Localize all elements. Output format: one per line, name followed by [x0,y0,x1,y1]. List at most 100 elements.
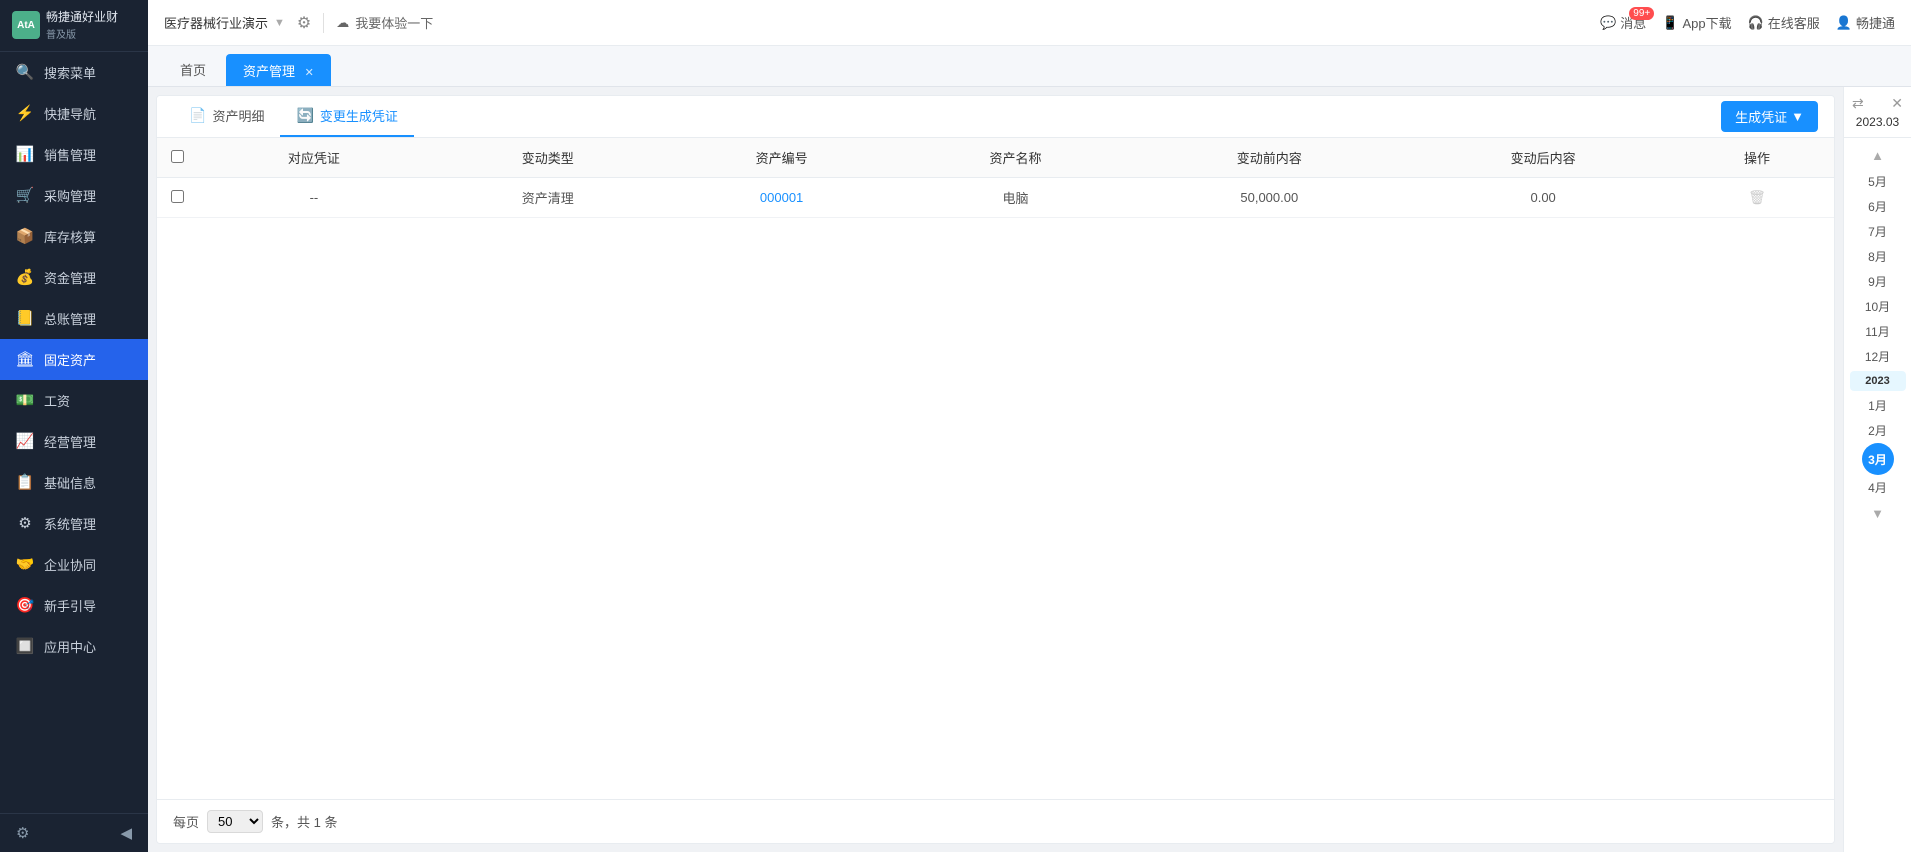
inventory-icon: 📦 [16,227,34,245]
sidebar-label-sales: 销售管理 [44,145,96,164]
pagination: 每页 20 50 100 条，共 1 条 [157,799,1834,843]
message-icon: 💬 [1600,15,1616,31]
timeline-year-2023[interactable]: 2023 [1850,371,1906,391]
sidebar-item-collab[interactable]: 🤝 企业协同 [0,544,148,585]
purchase-icon: 🛒 [16,186,34,204]
subtab-detail[interactable]: 📄 资产明细 [173,96,280,137]
sidebar-item-inventory[interactable]: 📦 库存核算 [0,216,148,257]
sidebar-item-salary[interactable]: 💵 工资 [0,380,148,421]
row-before: 50,000.00 [1132,178,1406,218]
subtabs-actions: 生成凭证 ▼ [1721,101,1818,132]
user-menu[interactable]: 👤 畅捷通 [1836,13,1895,32]
th-checkbox [157,138,197,178]
detail-icon: 📄 [189,107,206,124]
delete-icon[interactable]: 🗑 [1748,189,1766,205]
sidebar-label-appcenter: 应用中心 [44,637,96,656]
app-download-icon: 📱 [1662,15,1678,31]
sidebar-item-appcenter[interactable]: 🔲 应用中心 [0,626,148,667]
th-before: 变动前内容 [1132,138,1406,178]
timeline-month-11[interactable]: 11月 [1854,319,1902,344]
row-checkbox[interactable] [171,190,184,203]
app-download-label: App下载 [1682,13,1731,32]
sidebar-item-guide[interactable]: 🎯 新手引导 [0,585,148,626]
sidebar-item-operations[interactable]: 📈 经营管理 [0,421,148,462]
timeline-month-8[interactable]: 8月 [1854,244,1902,269]
sidebar-item-funds[interactable]: 💰 资金管理 [0,257,148,298]
sidebar-item-sales[interactable]: 📊 销售管理 [0,134,148,175]
settings-icon[interactable]: ⚙ [16,824,29,842]
topbar: 医疗器械行业演示 ▼ ⚙ ☁ 我要体验一下 💬 消息 99+ 📱 App下载 🎧… [148,0,1911,46]
sidebar-label-operations: 经营管理 [44,432,96,451]
messages-button[interactable]: 💬 消息 99+ [1600,13,1646,32]
sidebar-item-fixedassets[interactable]: 🏛 固定资产 [0,339,148,380]
settings-gear-icon[interactable]: ⚙ [297,13,311,33]
online-service-button[interactable]: 🎧 在线客服 [1748,13,1820,32]
th-action: 操作 [1680,138,1834,178]
tab-home[interactable]: 首页 [164,54,222,86]
tab-asset-label: 资产管理 [243,64,295,79]
subtab-generate[interactable]: 🔄 变更生成凭证 [280,96,413,137]
company-selector[interactable]: 医疗器械行业演示 ▼ [164,13,285,32]
collapse-icon[interactable]: ◀ [120,824,132,842]
row-after: 0.00 [1406,178,1680,218]
th-code: 资产编号 [665,138,899,178]
user-icon: 👤 [1836,15,1852,31]
subtab-generate-label: 变更生成凭证 [320,106,398,125]
app-logo: AtA 畅捷通好业财 普及版 [0,0,148,52]
timeline-month-5[interactable]: 5月 [1854,169,1902,194]
table-header-row: 对应凭证 变动类型 资产编号 资产名称 变动前内容 变动后内容 操作 [157,138,1834,178]
timeline-expand-icon[interactable]: ⇄ [1852,95,1864,112]
content-main: 📄 资产明细 🔄 变更生成凭证 生成凭证 ▼ [156,95,1835,844]
timeline-month-12[interactable]: 12月 [1854,344,1902,369]
timeline-month-6[interactable]: 6月 [1854,194,1902,219]
guide-icon: 🎯 [16,596,34,614]
sidebar-item-ledger[interactable]: 📒 总账管理 [0,298,148,339]
tab-close-icon[interactable]: ✕ [305,67,314,79]
timeline-month-1[interactable]: 1月 [1854,393,1902,418]
select-all-checkbox[interactable] [171,150,184,163]
timeline-down-arrow[interactable]: ▼ [1865,500,1890,527]
sidebar-item-system[interactable]: ⚙ 系统管理 [0,503,148,544]
sidebar-item-baseinfo[interactable]: 📋 基础信息 [0,462,148,503]
operations-icon: 📈 [16,432,34,450]
sidebar-label-funds: 资金管理 [44,268,96,287]
dropdown-icon: ▼ [274,17,285,29]
timeline-month-2[interactable]: 2月 [1854,418,1902,443]
content-area: 📄 资产明细 🔄 变更生成凭证 生成凭证 ▼ [148,87,1911,852]
tab-asset[interactable]: 资产管理 ✕ [226,54,331,86]
timeline-scroll: ▲ 5月 6月 7月 8月 9月 10月 11月 12月 2023 1月 2月 … [1844,138,1911,852]
timeline-month-9[interactable]: 9月 [1854,269,1902,294]
sidebar-label-purchase: 采购管理 [44,186,96,205]
online-service-label: 在线客服 [1768,13,1820,32]
logo-text: 畅捷通好业财 [46,10,118,26]
service-icon: 🎧 [1748,15,1764,31]
salary-icon: 💵 [16,391,34,409]
feedback-button[interactable]: ☁ 我要体验一下 [336,13,433,32]
subtab-detail-label: 资产明细 [212,106,264,125]
timeline-date: 2023.03 [1856,115,1899,129]
search-icon: 🔍 [16,63,34,81]
sidebar-label-ledger: 总账管理 [44,309,96,328]
sidebar-item-purchase[interactable]: 🛒 采购管理 [0,175,148,216]
row-voucher: -- [197,178,431,218]
sidebar-label-search: 搜索菜单 [44,63,96,82]
page-size-select[interactable]: 20 50 100 [207,810,263,833]
sidebar-label-salary: 工资 [44,391,70,410]
sidebar-item-quicknav[interactable]: ⚡ 快捷导航 [0,93,148,134]
timeline-close-icon[interactable]: ✕ [1891,95,1903,112]
generate-voucher-button[interactable]: 生成凭证 ▼ [1721,101,1818,132]
baseinfo-icon: 📋 [16,473,34,491]
timeline-month-3-active[interactable]: 3月 [1862,443,1894,475]
app-download-button[interactable]: 📱 App下载 [1662,13,1731,32]
company-name: 医疗器械行业演示 [164,13,268,32]
sidebar-label-quicknav: 快捷导航 [44,104,96,123]
generate-voucher-label: 生成凭证 [1735,107,1787,126]
timeline-month-10[interactable]: 10月 [1854,294,1902,319]
timeline-month-4[interactable]: 4月 [1854,475,1902,500]
messages-badge: 99+ [1629,7,1654,20]
timeline-up-arrow[interactable]: ▲ [1865,142,1890,169]
sidebar-label-guide: 新手引导 [44,596,96,615]
quicknav-icon: ⚡ [16,104,34,122]
timeline-month-7[interactable]: 7月 [1854,219,1902,244]
sidebar-item-search[interactable]: 🔍 搜索菜单 [0,52,148,93]
